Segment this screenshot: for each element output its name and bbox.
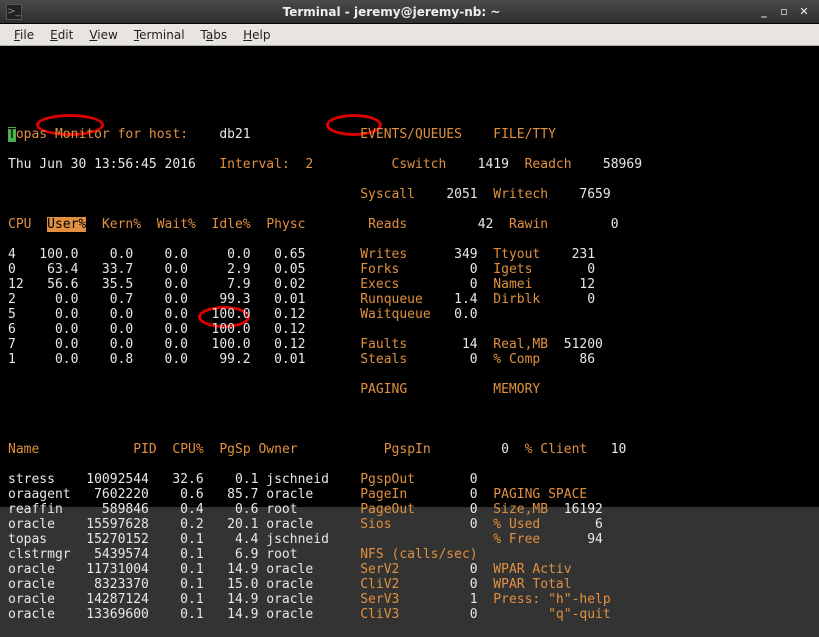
terminal-cursor: T — [8, 127, 16, 142]
cpu-header-row: CPU User% Kern% Wait% Idle% Physc Reads … — [8, 217, 811, 232]
process-row: oracle 11731004 0.1 14.9 oracle SerV2 0 … — [8, 562, 811, 577]
window-title: Terminal - jeremy@jeremy-nb: ~ — [28, 5, 755, 19]
hostname: db21 — [219, 127, 250, 142]
process-row: oracle 14287124 0.1 14.9 oracle SerV3 1 … — [8, 592, 811, 607]
terminal-output[interactable]: Topas Monitor for host: db21 EVENTS/QUEU… — [0, 46, 819, 507]
monitor-title: opas Monitor for host: — [16, 127, 188, 142]
process-row: topas 15270152 0.1 4.4 jschneid % Free 9… — [8, 532, 811, 547]
menu-help[interactable]: Help — [235, 26, 278, 44]
process-row: oracle 15597628 0.2 20.1 oracle Sios 0 %… — [8, 517, 811, 532]
proc-header-row: Name PID CPU% PgSp Owner PgspIn 0 % Clie… — [8, 442, 811, 457]
process-row: clstrmgr 5439574 0.1 6.9 root NFS (calls… — [8, 547, 811, 562]
cpu-row: 4 100.0 0.0 0.0 0.0 0.65 Writes 349 Ttyo… — [8, 247, 811, 262]
paging-header: PAGING — [360, 382, 407, 397]
cpu-row: 2 0.0 0.7 0.0 99.3 0.01 Runqueue 1.4 Dir… — [8, 292, 811, 307]
cpu-row: 7 0.0 0.0 0.0 100.0 0.12 Faults 14 Real,… — [8, 337, 811, 352]
menu-file[interactable]: File — [6, 26, 42, 44]
terminal-icon: >_ — [6, 4, 22, 20]
close-button[interactable]: ✕ — [795, 4, 813, 20]
process-row: reaffin 589846 0.4 0.6 root PageOut 0 Si… — [8, 502, 811, 517]
menu-edit[interactable]: Edit — [42, 26, 81, 44]
minimize-button[interactable]: _ — [755, 4, 773, 20]
cpu-row: 5 0.0 0.0 0.0 100.0 0.12 Waitqueue 0.0 — [8, 307, 811, 322]
maximize-button[interactable]: ▫ — [775, 4, 793, 20]
menubar: File Edit View Terminal Tabs Help — [0, 24, 819, 46]
process-row: oraagent 7602220 0.6 85.7 oracle PageIn … — [8, 487, 811, 502]
events-header: EVENTS/QUEUES — [360, 127, 462, 142]
cpu-row: 1 0.0 0.8 0.0 99.2 0.01 Steals 0 % Comp … — [8, 352, 811, 367]
cpu-row: 12 56.6 35.5 0.0 7.9 0.02 Execs 0 Namei … — [8, 277, 811, 292]
menu-tabs[interactable]: Tabs — [193, 26, 236, 44]
menu-terminal[interactable]: Terminal — [126, 26, 193, 44]
process-row: oracle 13369600 0.1 14.9 oracle CliV3 0 … — [8, 607, 811, 622]
memory-header: MEMORY — [493, 382, 540, 397]
cpu-row: 0 63.4 33.7 0.0 2.9 0.05 Forks 0 Igets 0 — [8, 262, 811, 277]
process-row: stress 10092544 32.6 0.1 jschneid PgspOu… — [8, 472, 811, 487]
menu-view[interactable]: View — [81, 26, 125, 44]
filetty-header: FILE/TTY — [493, 127, 556, 142]
process-row: oracle 8323370 0.1 15.0 oracle CliV2 0 W… — [8, 577, 811, 592]
window-titlebar: >_ Terminal - jeremy@jeremy-nb: ~ _ ▫ ✕ — [0, 0, 819, 24]
cpu-row: 6 0.0 0.0 0.0 100.0 0.12 — [8, 322, 811, 337]
datetime: Thu Jun 30 13:56:45 2016 — [8, 157, 196, 172]
